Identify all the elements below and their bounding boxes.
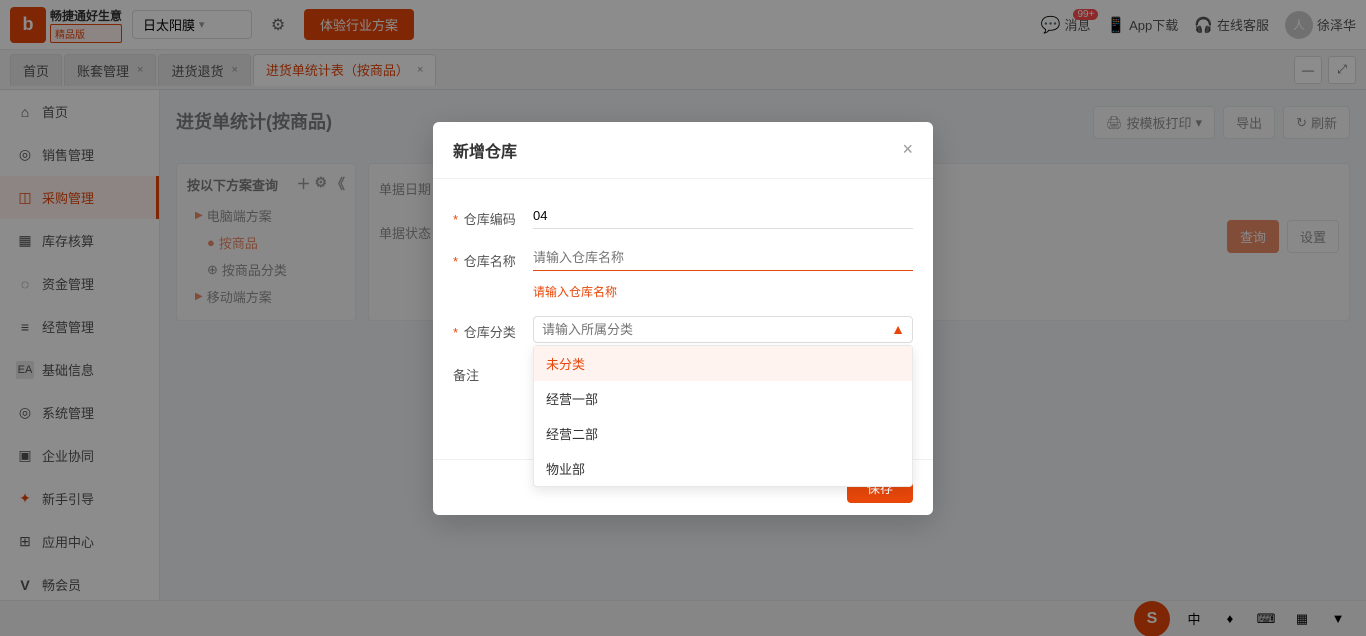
category-input[interactable] — [533, 316, 913, 343]
category-field-row: * 仓库分类 ▲ 未分类 经营一部 经营二部 物业部 — [453, 316, 913, 343]
category-chevron-icon[interactable]: ▲ — [891, 321, 905, 337]
code-label: * 仓库编码 — [453, 203, 523, 228]
add-warehouse-modal: 新增仓库 × * 仓库编码 * 仓库名称 — [433, 122, 933, 515]
modal-header: 新增仓库 × — [433, 122, 933, 179]
category-dropdown: 未分类 经营一部 经营二部 物业部 — [533, 345, 913, 487]
name-field-inner: * 仓库名称 — [453, 245, 913, 271]
modal-overlay: 新增仓库 × * 仓库编码 * 仓库名称 — [0, 0, 1366, 636]
code-input[interactable] — [533, 203, 913, 229]
category-label: * 仓库分类 — [453, 316, 523, 341]
dropdown-item-dept3[interactable]: 物业部 — [534, 451, 912, 486]
name-label: * 仓库名称 — [453, 245, 523, 270]
modal-body: * 仓库编码 * 仓库名称 请输入仓库名称 — [433, 179, 933, 459]
modal-close-button[interactable]: × — [902, 139, 913, 160]
dropdown-item-none[interactable]: 未分类 — [534, 346, 912, 381]
name-input[interactable] — [533, 245, 913, 271]
note-label: 备注 — [453, 359, 523, 384]
name-error-msg: 请输入仓库名称 — [453, 283, 913, 300]
name-field-row: * 仓库名称 请输入仓库名称 — [453, 245, 913, 300]
code-field-row: * 仓库编码 — [453, 203, 913, 229]
category-select-wrap: ▲ 未分类 经营一部 经营二部 物业部 — [533, 316, 913, 343]
modal-title: 新增仓库 — [453, 138, 517, 162]
dropdown-item-dept2[interactable]: 经营二部 — [534, 416, 912, 451]
dropdown-item-dept1[interactable]: 经营一部 — [534, 381, 912, 416]
